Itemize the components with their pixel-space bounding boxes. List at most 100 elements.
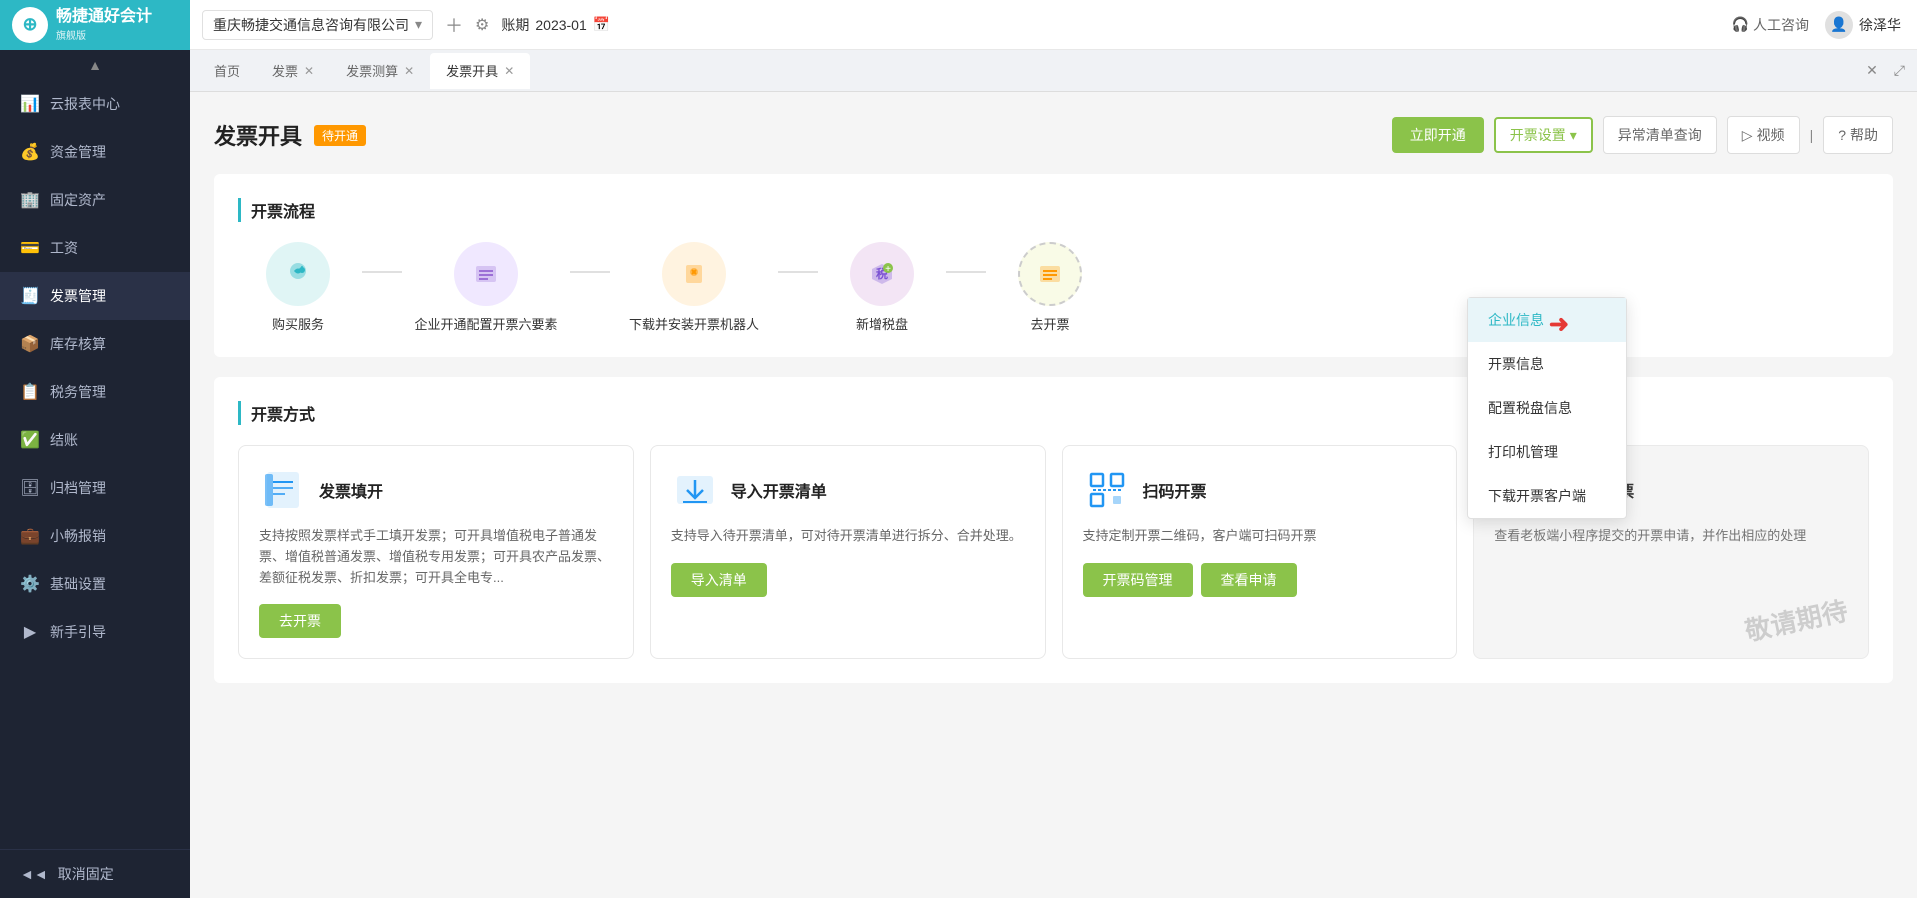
dropdown-download-client[interactable]: 下载开票客户端 bbox=[1468, 474, 1626, 518]
tab-fapiaokaiying-close[interactable]: ✕ bbox=[504, 64, 514, 78]
sidebar-item-jiezhang[interactable]: ✅ 结账 bbox=[0, 416, 190, 464]
building-icon: 🏢 bbox=[20, 190, 40, 210]
settings-dropdown-menu: 企业信息 开票信息 配置税盘信息 打印机管理 下载开票客户端 bbox=[1467, 297, 1627, 519]
tab-window-actions: ✕ ⤢ bbox=[1862, 58, 1909, 83]
flow-section: 开票流程 购买服务 企业 bbox=[214, 174, 1893, 357]
sidebar-label-kucun: 库存核算 bbox=[50, 334, 170, 354]
step-1-icon bbox=[266, 242, 330, 306]
step-5-label: 去开票 bbox=[1030, 314, 1069, 333]
sidebar-item-gongzi[interactable]: 💳 工资 bbox=[0, 224, 190, 272]
sidebar-item-gudingzichan[interactable]: 🏢 固定资产 bbox=[0, 176, 190, 224]
scan-apply-button[interactable]: 查看申请 bbox=[1201, 563, 1297, 597]
video-button[interactable]: ▷ 视频 bbox=[1727, 116, 1800, 154]
sidebar: ▲ 📊 云报表中心 💰 资金管理 🏢 固定资产 💳 工资 🧾 发票管理 bbox=[0, 50, 190, 898]
activate-button[interactable]: 立即开通 bbox=[1392, 117, 1484, 153]
user-area[interactable]: 👤 徐泽华 bbox=[1825, 11, 1901, 39]
flow-section-title: 开票流程 bbox=[238, 198, 1869, 222]
step-5-icon bbox=[1018, 242, 1082, 306]
step-3-icon bbox=[662, 242, 726, 306]
import-invoice-button[interactable]: 导入清单 bbox=[671, 563, 767, 597]
flow-step-5: 去开票 bbox=[990, 242, 1110, 333]
tab-home[interactable]: 首页 bbox=[198, 53, 256, 89]
gear-icon: ⚙️ bbox=[20, 574, 40, 594]
company-selector[interactable]: 重庆畅捷交通信息咨询有限公司 ▾ bbox=[202, 10, 433, 40]
user-name: 徐泽华 bbox=[1859, 15, 1901, 35]
avatar: 👤 bbox=[1825, 11, 1853, 39]
sidebar-item-kucun[interactable]: 📦 库存核算 bbox=[0, 320, 190, 368]
flow-step-3: 下载并安装开票机器人 bbox=[614, 242, 774, 333]
sidebar-scroll-up[interactable]: ▲ bbox=[0, 50, 190, 80]
user-icon: 👤 bbox=[1830, 16, 1847, 33]
unpin-label: 取消固定 bbox=[58, 864, 114, 884]
sidebar-label-gongzi: 工资 bbox=[50, 238, 170, 258]
calendar-icon[interactable]: 📅 bbox=[593, 16, 610, 33]
logo-text: 畅捷通好会计 bbox=[56, 7, 152, 26]
sidebar-item-zijin[interactable]: 💰 资金管理 bbox=[0, 128, 190, 176]
unpin-button[interactable]: ◄◄ 取消固定 bbox=[0, 850, 190, 898]
scan-qrcode-button[interactable]: 开票码管理 bbox=[1083, 563, 1193, 597]
page-title: 发票开具 bbox=[214, 119, 302, 151]
app-container: ⊕ 畅捷通好会计 旗舰版 重庆畅捷交通信息咨询有限公司 ▾ ＋ ⚙ 账期 202… bbox=[0, 0, 1917, 898]
sidebar-label-yunbao: 云报表中心 bbox=[50, 94, 170, 114]
separator: | bbox=[1810, 127, 1814, 143]
sidebar-bottom: ◄◄ 取消固定 bbox=[0, 849, 190, 898]
tab-fapiao-close[interactable]: ✕ bbox=[304, 64, 314, 78]
settings-dropdown-button[interactable]: 开票设置 ▾ bbox=[1494, 117, 1593, 153]
tab-fapiaocesuan[interactable]: 发票测算 ✕ bbox=[330, 53, 430, 89]
sidebar-item-yunbao[interactable]: 📊 云报表中心 bbox=[0, 80, 190, 128]
sidebar-item-guidang[interactable]: 🗄 归档管理 bbox=[0, 464, 190, 512]
dropdown-invoice-info[interactable]: 开票信息 bbox=[1468, 342, 1626, 386]
method-import-card: 导入开票清单 支持导入待开票清单，可对待开票清单进行拆分、合并处理。 导入清单 bbox=[650, 445, 1046, 659]
salary-icon: 💳 bbox=[20, 238, 40, 258]
dropdown-company-info[interactable]: 企业信息 bbox=[1468, 298, 1626, 342]
sidebar-item-shuiwu[interactable]: 📋 税务管理 bbox=[0, 368, 190, 416]
tab-bar: 首页 发票 ✕ 发票测算 ✕ 发票开具 ✕ ✕ ⤢ bbox=[190, 50, 1917, 92]
sidebar-item-jichushezhi[interactable]: ⚙️ 基础设置 bbox=[0, 560, 190, 608]
dropdown-printer[interactable]: 打印机管理 bbox=[1468, 430, 1626, 474]
step-1-label: 购买服务 bbox=[272, 314, 324, 333]
help-button[interactable]: ? 帮助 bbox=[1823, 116, 1893, 154]
top-right-area: 🎧 人工咨询 👤 徐泽华 bbox=[1732, 11, 1901, 39]
tab-fapiaokaiying[interactable]: 发票开具 ✕ bbox=[430, 53, 530, 89]
step-divider-1 bbox=[362, 271, 402, 273]
exception-list-button[interactable]: 异常清单查询 bbox=[1603, 116, 1717, 154]
add-tab-button[interactable]: ＋ bbox=[445, 12, 463, 38]
dropdown-tax-config[interactable]: 配置税盘信息 bbox=[1468, 386, 1626, 430]
scan-invoice-icon bbox=[1083, 466, 1131, 514]
flow-step-4: 税+ 新增税盘 bbox=[822, 242, 942, 333]
support-button[interactable]: 🎧 人工咨询 bbox=[1732, 15, 1809, 35]
chart-icon: 📊 bbox=[20, 94, 40, 114]
method-scan-header: 扫码开票 bbox=[1083, 466, 1437, 514]
step-4-icon: 税+ bbox=[850, 242, 914, 306]
main-layout: ▲ 📊 云报表中心 💰 资金管理 🏢 固定资产 💳 工资 🧾 发票管理 bbox=[0, 50, 1917, 898]
page-content: 发票开具 待开通 立即开通 开票设置 ▾ 异常清单查询 ▷ 视频 | bbox=[190, 92, 1917, 898]
step-divider-4 bbox=[946, 271, 986, 273]
step-divider-3 bbox=[778, 271, 818, 273]
fill-invoice-button[interactable]: 去开票 bbox=[259, 604, 341, 638]
logo-text-area: 畅捷通好会计 旗舰版 bbox=[56, 7, 152, 41]
sidebar-item-xinshou[interactable]: ▶ 新手引导 bbox=[0, 608, 190, 656]
fill-invoice-desc: 支持按照发票样式手工填开发票；可开具增值税电子普通发票、增值税普通发票、增值税专… bbox=[259, 526, 613, 588]
help-btn-label: 帮助 bbox=[1850, 125, 1878, 145]
maximize-window-button[interactable]: ⤢ bbox=[1890, 58, 1909, 83]
settings-icon[interactable]: ⚙ bbox=[475, 15, 489, 35]
sidebar-item-fapiao[interactable]: 🧾 发票管理 bbox=[0, 272, 190, 320]
method-fill-header: 发票填开 bbox=[259, 466, 613, 514]
logo-area: ⊕ 畅捷通好会计 旗舰版 bbox=[0, 0, 190, 50]
step-3-label: 下载并安装开票机器人 bbox=[629, 314, 759, 333]
tab-fapiao[interactable]: 发票 ✕ bbox=[256, 53, 330, 89]
fill-invoice-icon bbox=[259, 466, 307, 514]
tab-fapiaocesuan-close[interactable]: ✕ bbox=[404, 64, 414, 78]
box-icon: 📦 bbox=[20, 334, 40, 354]
money-icon: 💰 bbox=[20, 142, 40, 162]
invoice-icon: 🧾 bbox=[20, 286, 40, 306]
company-name: 重庆畅捷交通信息咨询有限公司 bbox=[213, 15, 409, 35]
dropdown-chevron-icon: ▾ bbox=[1570, 127, 1577, 144]
sidebar-item-xiaochang[interactable]: 💼 小畅报销 bbox=[0, 512, 190, 560]
chevron-down-icon: ▾ bbox=[415, 16, 422, 33]
tax-icon: 📋 bbox=[20, 382, 40, 402]
video-btn-label: 视频 bbox=[1757, 125, 1785, 145]
archive-icon: 🗄 bbox=[20, 478, 40, 498]
close-window-button[interactable]: ✕ bbox=[1862, 58, 1882, 83]
play-circle-icon: ▷ bbox=[1742, 127, 1753, 144]
